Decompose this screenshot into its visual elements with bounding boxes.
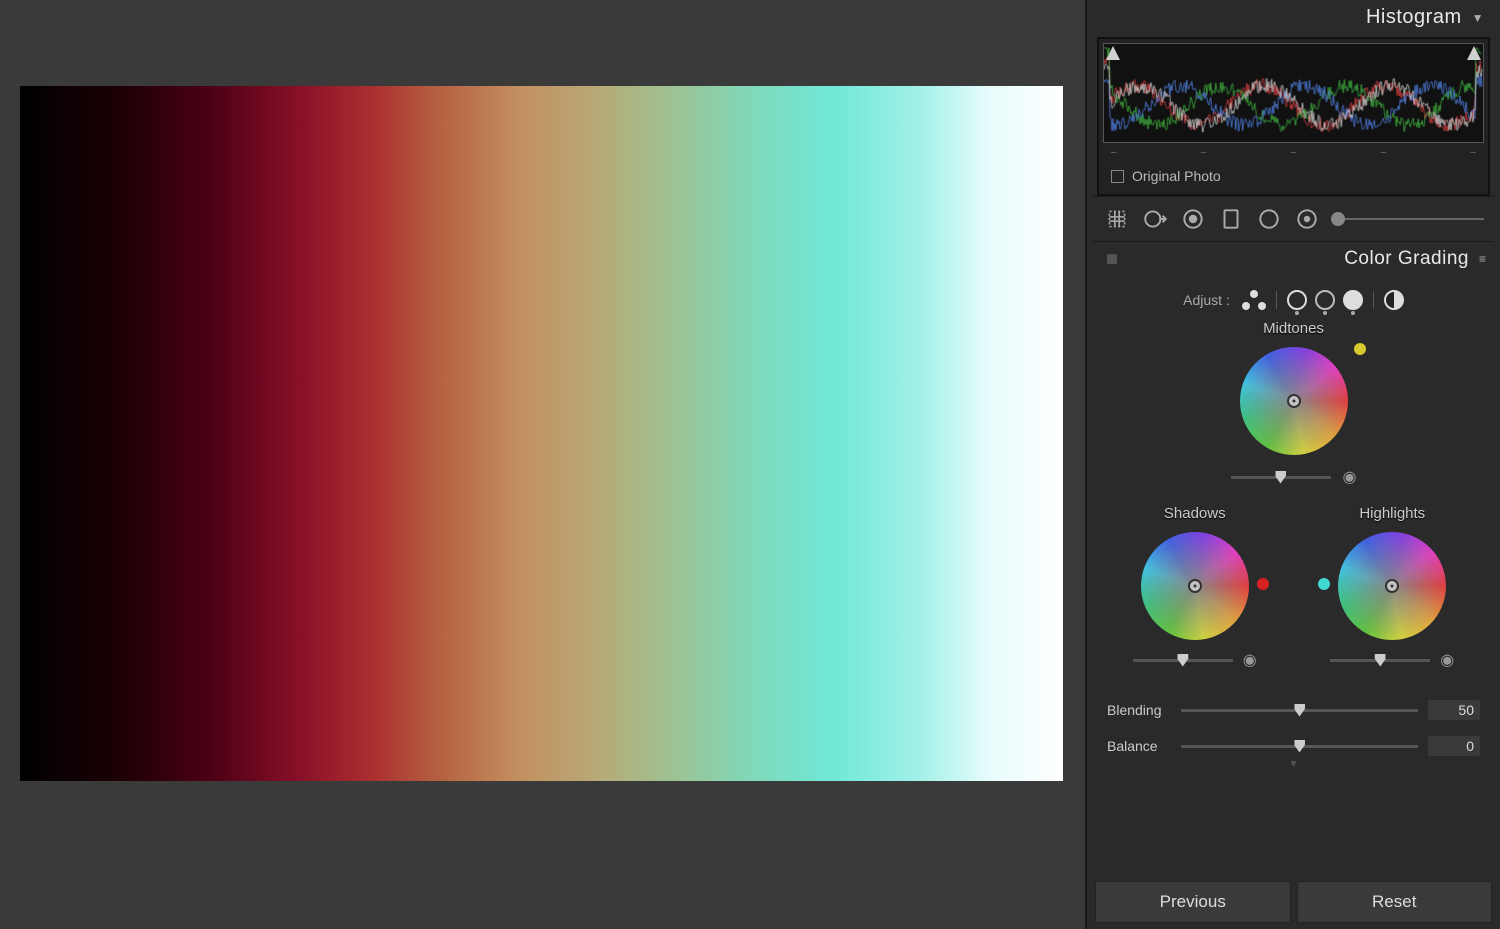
- shadows-mode-icon[interactable]: [1287, 290, 1307, 310]
- blending-value[interactable]: 50: [1428, 700, 1480, 720]
- midtones-visibility-icon[interactable]: ◉: [1343, 467, 1357, 487]
- exposure-zone[interactable]: –: [1201, 147, 1207, 158]
- crop-tool-icon[interactable]: [1103, 205, 1131, 233]
- collapse-icon[interactable]: ≡: [1479, 252, 1484, 266]
- three-way-icon[interactable]: [1242, 290, 1266, 310]
- midtones-title: Midtones: [1101, 320, 1486, 337]
- masking-icon[interactable]: [1217, 205, 1245, 233]
- exposure-zone[interactable]: –: [1291, 147, 1297, 158]
- global-mode-icon[interactable]: [1384, 290, 1404, 310]
- highlights-title: Highlights: [1299, 505, 1487, 522]
- tool-amount-slider[interactable]: [1331, 218, 1484, 220]
- collapse-icon[interactable]: ▼: [1472, 11, 1484, 25]
- adjust-label: Adjust :: [1183, 292, 1230, 308]
- highlights-luminance-row: ◉: [1299, 650, 1487, 670]
- separator: [1373, 291, 1374, 309]
- highlights-wheel-handle[interactable]: [1385, 579, 1399, 593]
- blending-row: Blending 50: [1101, 696, 1486, 724]
- radial-filter-icon[interactable]: [1293, 205, 1321, 233]
- color-grading-header[interactable]: Color Grading ≡: [1093, 242, 1494, 278]
- midtones-section: Midtones ◉: [1101, 320, 1486, 487]
- shadows-luminance-slider[interactable]: [1133, 659, 1233, 662]
- blending-slider[interactable]: [1181, 709, 1418, 712]
- original-photo-label: Original Photo: [1132, 168, 1221, 184]
- histogram-header[interactable]: Histogram ▼: [1093, 0, 1494, 37]
- tool-strip: [1093, 196, 1494, 242]
- highlights-section: Highlights ◉: [1299, 505, 1487, 670]
- histogram-title: Histogram: [1366, 6, 1462, 29]
- balance-label: Balance: [1107, 738, 1171, 754]
- blending-label: Blending: [1107, 702, 1171, 718]
- canvas-area: [0, 0, 1085, 929]
- original-photo-checkbox[interactable]: [1111, 170, 1124, 183]
- histogram-plot[interactable]: [1103, 43, 1484, 143]
- midtones-wheel[interactable]: [1240, 347, 1348, 455]
- shadows-section: Shadows ◉: [1101, 505, 1289, 670]
- highlights-mode-icon[interactable]: [1343, 290, 1363, 310]
- adjust-mode-row: Adjust :: [1101, 284, 1486, 320]
- exposure-zone[interactable]: –: [1470, 147, 1476, 158]
- highlights-visibility-icon[interactable]: ◉: [1440, 650, 1454, 670]
- balance-value[interactable]: 0: [1428, 736, 1480, 756]
- shadows-title: Shadows: [1101, 505, 1289, 522]
- shadows-luminance-row: ◉: [1101, 650, 1289, 670]
- highlights-marker[interactable]: [1318, 578, 1330, 590]
- spot-removal-icon[interactable]: [1141, 205, 1169, 233]
- shadows-highlights-row: Shadows ◉ Highlights: [1101, 505, 1486, 670]
- graduated-filter-icon[interactable]: [1255, 205, 1283, 233]
- highlights-wheel[interactable]: [1338, 532, 1446, 640]
- reset-button[interactable]: Reset: [1297, 881, 1493, 923]
- separator: [1276, 291, 1277, 309]
- midtones-luminance-slider[interactable]: [1231, 476, 1331, 479]
- balance-slider[interactable]: [1181, 745, 1418, 748]
- exposure-zone[interactable]: –: [1111, 147, 1117, 158]
- image-preview[interactable]: [20, 86, 1063, 781]
- balance-row: Balance 0: [1101, 732, 1486, 760]
- color-grading-panel: Adjust : Midtones ◉: [1093, 278, 1494, 762]
- footer-buttons: Previous Reset: [1093, 875, 1494, 929]
- midtones-mode-icon[interactable]: [1315, 290, 1335, 310]
- midtones-luminance-row: ◉: [1101, 467, 1486, 487]
- shadows-wheel[interactable]: [1141, 532, 1249, 640]
- shadows-marker[interactable]: [1257, 578, 1269, 590]
- exposure-zone[interactable]: –: [1381, 147, 1387, 158]
- right-sidebar: Histogram ▼ – – – – – Original Photo: [1085, 0, 1500, 929]
- midtones-wheel-handle[interactable]: [1287, 394, 1301, 408]
- histogram-panel: – – – – – Original Photo: [1097, 37, 1490, 196]
- highlights-luminance-slider[interactable]: [1330, 659, 1430, 662]
- exposure-zone-bar[interactable]: – – – – –: [1103, 143, 1484, 162]
- panel-resize-handle[interactable]: ▼: [1093, 762, 1494, 770]
- panel-toggle-switch[interactable]: [1107, 254, 1117, 264]
- original-photo-row: Original Photo: [1103, 162, 1484, 190]
- color-grading-title: Color Grading: [1344, 248, 1469, 270]
- shadows-visibility-icon[interactable]: ◉: [1243, 650, 1257, 670]
- shadows-wheel-handle[interactable]: [1188, 579, 1202, 593]
- midtones-marker[interactable]: [1354, 343, 1366, 355]
- redeye-icon[interactable]: [1179, 205, 1207, 233]
- previous-button[interactable]: Previous: [1095, 881, 1291, 923]
